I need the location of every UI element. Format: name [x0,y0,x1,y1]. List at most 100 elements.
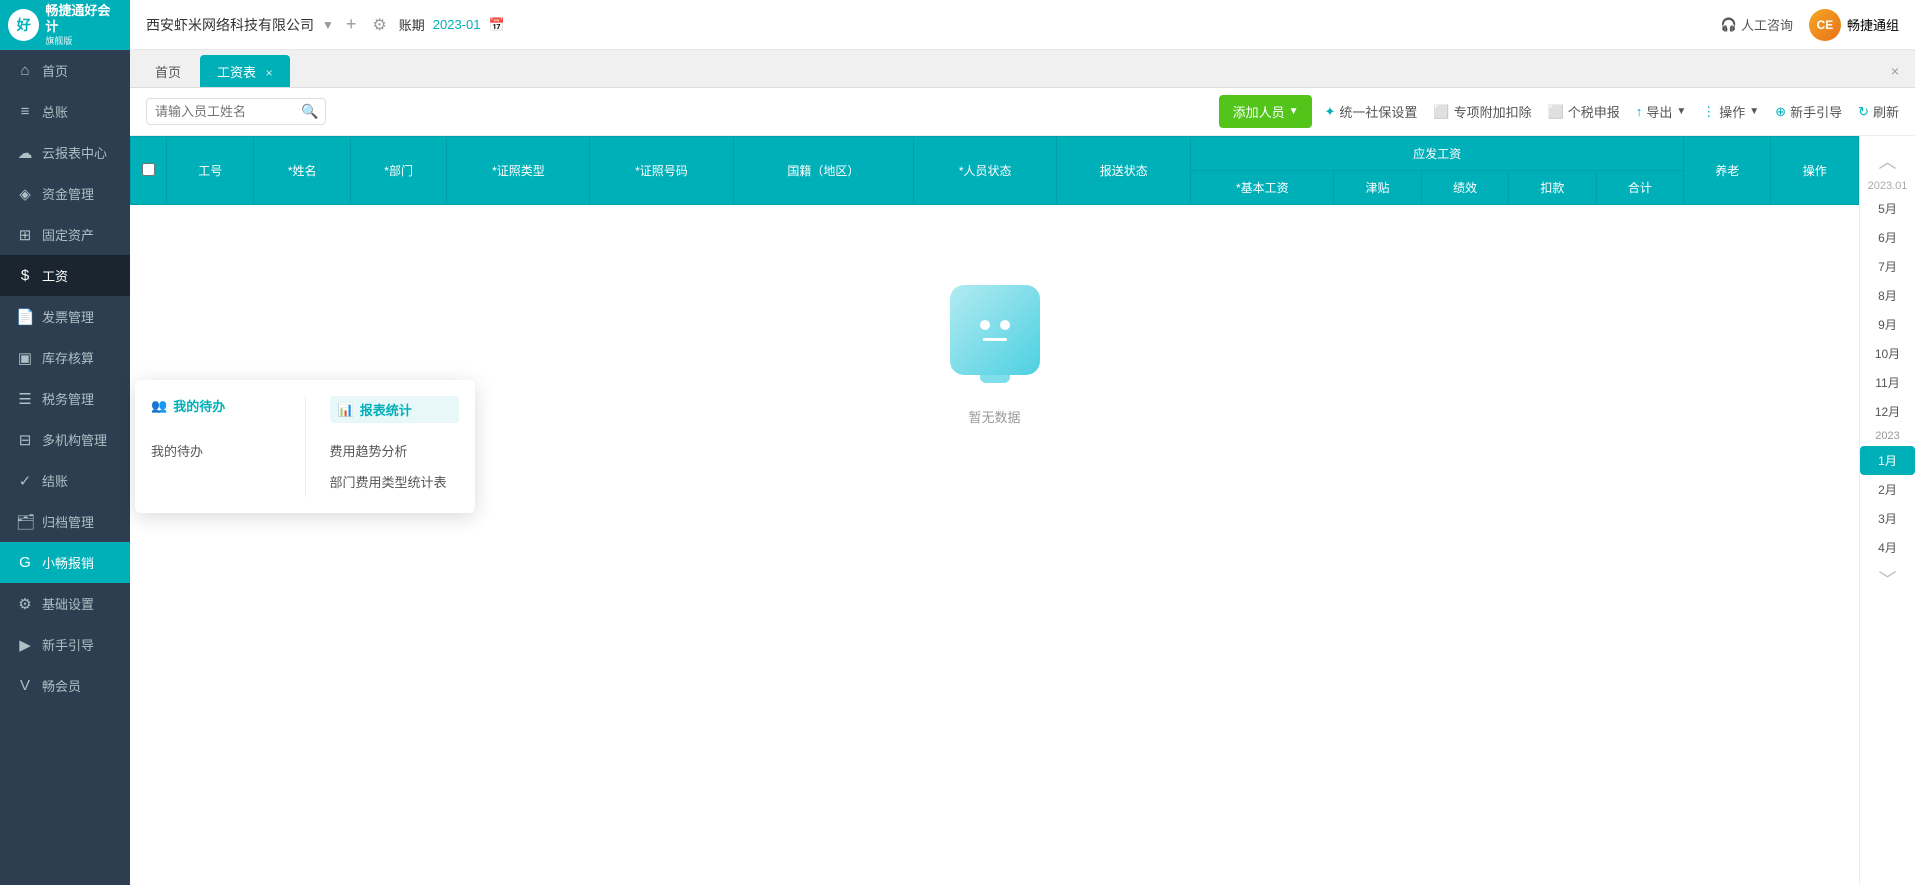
toolbar: 🔍 添加人员 ▼ ✦ 统一社保设置 ⬜ 专项附加扣除 ⬜ 个税申报 ↑ 导出 ▼ [130,88,1915,136]
operation-label: 操作 [1719,102,1745,121]
sidebar-item-tax[interactable]: ☰ 税务管理 [0,378,130,419]
sidebar-item-label: 总账 [42,102,68,121]
scroll-down-button[interactable]: ﹀ [1875,562,1901,596]
month-nov[interactable]: 11月 [1860,368,1915,397]
search-input[interactable] [155,104,295,119]
sidebar-item-multiorg[interactable]: ⊟ 多机构管理 [0,419,130,460]
refresh-action[interactable]: ↻ 刷新 [1858,102,1899,121]
sidebar-item-cloud[interactable]: ☁ 云报表中心 [0,132,130,173]
salary-group-header: 应发工资 [1191,137,1684,171]
sidebar-item-guide[interactable]: ▶ 新手引导 [0,624,130,665]
logo-text-container: 畅捷通好会计 旗舰版 [45,3,122,47]
sidebar-item-finance[interactable]: ◈ 资金管理 [0,173,130,214]
popup-dept-expense[interactable]: 部门费用类型统计表 [330,466,460,497]
month-sep[interactable]: 9月 [1860,310,1915,339]
tab-salary-close[interactable]: × [266,66,273,80]
sidebar-item-label: 新手引导 [42,635,94,654]
select-all-checkbox[interactable] [142,163,155,176]
popup-divider [305,396,306,497]
empty-text: 暂无数据 [968,407,1020,426]
month-jun[interactable]: 6月 [1860,223,1915,252]
guide-action[interactable]: ⊕ 新手引导 [1775,102,1842,121]
sidebar-item-member[interactable]: V 畅会员 [0,665,130,706]
social-security-action[interactable]: ✦ 统一社保设置 [1324,102,1417,121]
todo-icon: 👥 [151,398,167,414]
tab-home[interactable]: 首页 [138,55,198,87]
operation-icon: ⋮ [1702,104,1715,120]
sidebar-item-label: 发票管理 [42,307,94,326]
tax-deduction-label: 专项附加扣除 [1454,102,1532,121]
sidebar-item-label: 资金管理 [42,184,94,203]
nationality-header: 国籍（地区） [733,137,914,205]
sidebar-item-label: 云报表中心 [42,143,107,162]
status-header: *人员状态 [914,137,1057,205]
member-icon: V [16,677,34,694]
id-number-header: *证照号码 [590,137,733,205]
user-name: 畅捷通组 [1847,15,1899,34]
home-icon: ⌂ [16,62,34,79]
sidebar-item-label: 归档管理 [42,512,94,531]
popup-reports-label: 报表统计 [360,400,412,419]
popup-columns: 👥 我的待办 我的待办 📊 报表统计 费用趋势分析 部门费用类型统计表 [151,396,459,497]
export-action[interactable]: ↑ 导出 ▼ [1636,102,1686,121]
month-jul[interactable]: 7月 [1860,252,1915,281]
scroll-up-button[interactable]: ︿ [1875,144,1901,178]
sidebar-item-settings[interactable]: ⚙ 基础设置 [0,583,130,624]
tab-close-global[interactable]: × [1875,55,1915,87]
month-oct[interactable]: 10月 [1860,339,1915,368]
sidebar-item-expense[interactable]: G 小畅报销 [0,542,130,583]
period-value: 2023-01 [433,17,481,32]
guide-icon: ▶ [16,636,34,654]
period-label: 账期 [399,15,425,34]
popup-todo-title: 👥 我的待办 [151,396,281,423]
month-may[interactable]: 5月 [1860,194,1915,223]
sidebar-item-label: 首页 [42,61,68,80]
tax-deduction-action[interactable]: ⬜ 专项附加扣除 [1433,102,1531,121]
sidebar-item-invoice[interactable]: 📄 发票管理 [0,296,130,337]
month-mar[interactable]: 3月 [1860,504,1915,533]
month-dec[interactable]: 12月 [1860,397,1915,426]
export-dropdown-icon: ▼ [1676,106,1686,117]
sidebar-item-label: 结账 [42,471,68,490]
company-name: 西安虾米网络科技有限公司 [146,15,314,35]
tax-deduction-icon: ⬜ [1433,104,1449,120]
sidebar-item-home[interactable]: ⌂ 首页 [0,50,130,91]
guide-label: 新手引导 [1790,102,1842,121]
user-profile[interactable]: CE 畅捷通组 [1809,9,1899,41]
add-company-button[interactable]: + [342,14,361,35]
calendar-icon[interactable]: 📅 [488,17,504,33]
personal-tax-action[interactable]: ⬜ 个税申报 [1548,102,1620,121]
tab-salary-label: 工资表 [217,65,256,80]
customer-service[interactable]: 🎧 人工咨询 [1721,15,1793,34]
allowance-header: 津贴 [1334,171,1421,205]
report-status-header: 报送状态 [1057,137,1191,205]
topbar-right: 🎧 人工咨询 CE 畅捷通组 [1721,9,1899,41]
sidebar-item-label: 库存核算 [42,348,94,367]
year-2023: 2023 [1871,426,1903,446]
inventory-icon: ▣ [16,349,34,367]
id-type-header: *证照类型 [447,137,590,205]
cloud-icon: ☁ [16,144,34,162]
finance-icon: ◈ [16,185,34,203]
month-feb[interactable]: 2月 [1860,475,1915,504]
popup-my-todo[interactable]: 我的待办 [151,435,281,466]
sidebar-item-inventory[interactable]: ▣ 库存核算 [0,337,130,378]
assets-icon: ⊞ [16,226,34,244]
month-aug[interactable]: 8月 [1860,281,1915,310]
sidebar-item-salary[interactable]: $ 工资 [0,255,130,296]
month-apr[interactable]: 4月 [1860,533,1915,562]
sidebar-item-close[interactable]: ✓ 结账 [0,460,130,501]
operation-action[interactable]: ⋮ 操作 ▼ [1702,102,1759,121]
month-jan-current[interactable]: 1月 [1860,446,1915,475]
right-sidebar: ︿ 2023.01 5月 6月 7月 8月 9月 10月 11月 12月 202… [1859,136,1915,885]
sidebar-item-assets[interactable]: ⊞ 固定资产 [0,214,130,255]
company-dropdown-arrow[interactable]: ▼ [322,18,334,32]
add-person-button[interactable]: 添加人员 ▼ [1219,95,1313,128]
sidebar-item-archive[interactable]: 🗂 归档管理 [0,501,130,542]
settings-button[interactable]: ⚙ [368,15,390,35]
sidebar-item-ledger[interactable]: ≡ 总账 [0,91,130,132]
popup-expense-trend[interactable]: 费用趋势分析 [330,435,460,466]
popup-todo-label: 我的待办 [173,396,225,415]
tab-salary[interactable]: 工资表 × [200,55,290,87]
sidebar: 好 畅捷通好会计 旗舰版 ⌂ 首页 ≡ 总账 ☁ 云报表中心 ◈ 资金管理 ⊞ … [0,0,130,885]
